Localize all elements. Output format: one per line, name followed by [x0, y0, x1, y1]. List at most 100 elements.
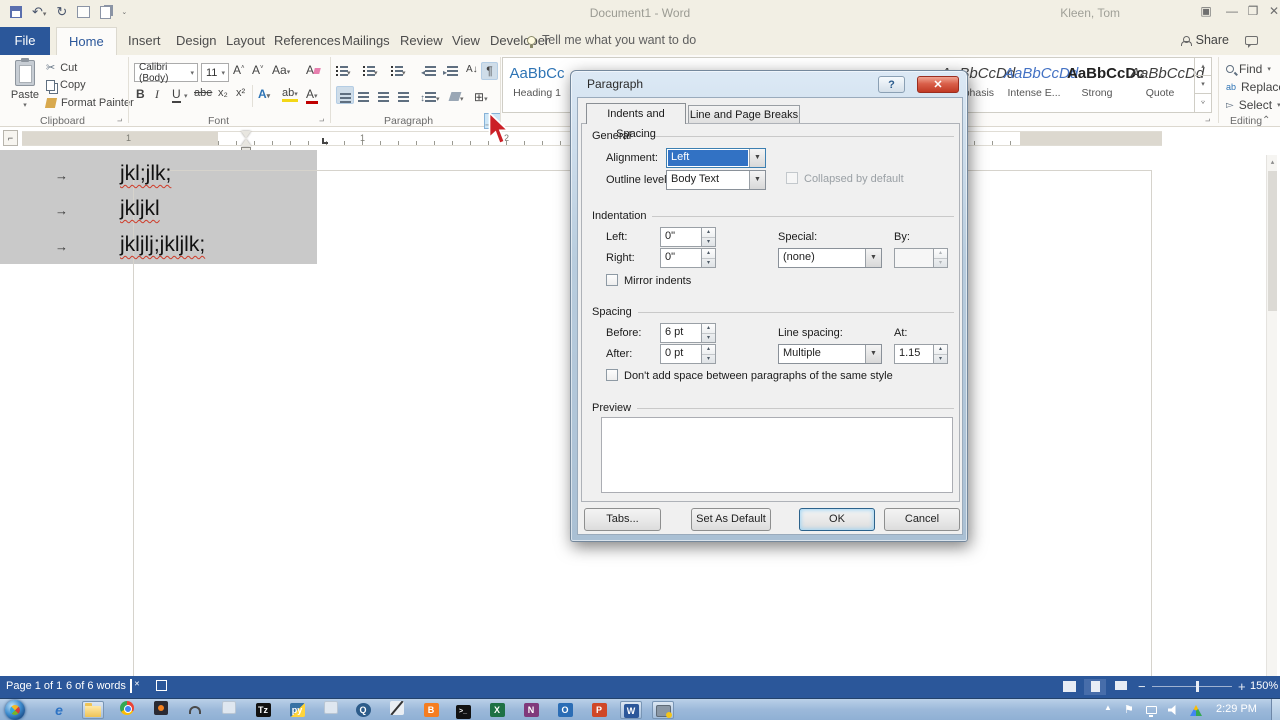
style-strong[interactable]: AaBbCcDc Strong — [1067, 62, 1145, 110]
zoom-out-icon[interactable]: − — [1138, 679, 1146, 694]
scroll-up-icon[interactable]: ▴ — [1268, 157, 1277, 169]
underline-button[interactable]: U — [172, 87, 181, 103]
style-heading1[interactable]: AaBbCc Heading 1 — [507, 62, 567, 110]
document-line[interactable]: → jkljlj;jkljlk; — [0, 233, 317, 259]
alignment-combo[interactable]: Left ▼ — [666, 148, 766, 168]
first-line-indent-marker[interactable] — [241, 131, 251, 138]
network-icon[interactable] — [1146, 705, 1157, 717]
document-text[interactable]: jkl;jlk; — [120, 162, 171, 186]
outline-level-combo[interactable]: Body Text ▼ — [666, 170, 766, 190]
copy-button[interactable]: Copy — [46, 79, 86, 91]
remote-desktop-icon[interactable] — [652, 701, 674, 719]
font-family-combo[interactable]: Calibri (Body) ▾ — [134, 62, 198, 84]
paragraph-dialog[interactable]: Paragraph ? ✕ Indents and Spacing Line a… — [570, 70, 968, 542]
spacing-before-input[interactable]: 6 pt — [660, 323, 702, 343]
increase-indent-button[interactable]: ▸ — [443, 64, 459, 78]
python-icon[interactable]: py — [286, 701, 308, 719]
multilevel-list-button[interactable]: ▾ — [391, 64, 406, 78]
clock[interactable]: 2:29 PM — [1216, 703, 1257, 715]
tz-app-icon[interactable]: Tz — [252, 701, 274, 719]
spacing-after-input[interactable]: 0 pt — [660, 344, 702, 364]
text-effects-button[interactable]: A▾ — [258, 87, 270, 101]
superscript-button[interactable]: x² — [236, 87, 245, 99]
media-player-icon[interactable] — [150, 701, 172, 719]
macro-recording-icon[interactable] — [156, 680, 170, 693]
collapsed-by-default-checkbox[interactable] — [786, 172, 798, 184]
volume-icon[interactable] — [1168, 705, 1178, 718]
dont-add-space-checkbox[interactable] — [606, 369, 618, 381]
chevron-down-icon[interactable]: ▼ — [865, 249, 881, 267]
align-left-button[interactable] — [336, 86, 354, 104]
shading-button[interactable]: ▾ — [448, 90, 464, 104]
tabs-button[interactable]: Tabs... — [584, 508, 661, 531]
ribbon-display-options-icon[interactable]: ▣ — [1196, 4, 1216, 18]
mirror-indents-checkbox[interactable] — [606, 274, 618, 286]
clear-formatting-button[interactable]: A — [306, 63, 321, 77]
qgis-icon[interactable]: Q — [352, 701, 374, 719]
style-intense-emphasis[interactable]: AaBbCcDd Intense E... — [1004, 62, 1078, 110]
ok-button[interactable]: OK — [799, 508, 875, 531]
google-drive-icon[interactable] — [1190, 705, 1202, 719]
word-count[interactable]: 6 of 6 words — [66, 680, 126, 692]
align-center-button[interactable] — [358, 90, 369, 104]
shrink-font-button[interactable]: A˅ — [252, 63, 264, 77]
font-size-combo[interactable]: 11 ▾ — [201, 63, 229, 82]
by-input[interactable] — [894, 248, 934, 268]
print-layout-icon[interactable] — [1084, 679, 1106, 695]
document-line[interactable]: → jkl;jlk; — [0, 162, 317, 188]
command-prompt-icon[interactable]: >_ — [452, 701, 474, 719]
tab-line-and-page-breaks[interactable]: Line and Page Breaks — [688, 105, 800, 124]
chevron-down-icon[interactable]: ▼ — [749, 149, 765, 167]
borders-button[interactable]: ⊞▾ — [474, 90, 488, 104]
indent-right-input[interactable]: 0" — [660, 248, 702, 268]
tab-home[interactable]: Home — [56, 27, 117, 55]
italic-button[interactable]: I — [155, 87, 159, 102]
line-spacing-button[interactable]: ↕ ▾ — [420, 90, 440, 104]
bold-button[interactable]: B — [136, 87, 145, 101]
decrease-indent-button[interactable]: ◂ — [421, 64, 437, 78]
paste-dropdown-icon[interactable]: ▾ — [8, 101, 42, 109]
chevron-down-icon[interactable]: ▼ — [749, 171, 765, 189]
gallery-scroll-up-icon[interactable]: ▴ — [1194, 58, 1211, 76]
format-painter-button[interactable]: Format Painter — [44, 97, 134, 109]
tab-indents-and-spacing[interactable]: Indents and Spacing — [586, 103, 686, 140]
dialog-close-button[interactable]: ✕ — [917, 76, 959, 93]
blogger-icon[interactable]: B — [420, 701, 442, 719]
close-icon[interactable]: ✕ — [1264, 4, 1280, 18]
share-button[interactable]: Share — [1180, 33, 1258, 48]
at-input[interactable]: 1.15 — [894, 344, 934, 364]
internet-explorer-icon[interactable]: e — [48, 701, 70, 719]
outlook-icon[interactable]: O — [554, 701, 576, 719]
cut-button[interactable]: ✂ Cut — [46, 61, 77, 75]
spacing-after-spinner[interactable] — [702, 344, 716, 364]
align-right-button[interactable] — [378, 90, 389, 104]
zoom-in-icon[interactable]: + — [1238, 679, 1246, 694]
proofing-errors-icon[interactable] — [130, 679, 144, 693]
scrollbar-thumb[interactable] — [1268, 171, 1277, 311]
tell-me-box[interactable]: Tell me what you want to do — [527, 33, 696, 48]
text-selection[interactable]: → jkl;jlk; → jkljkl → jkljlj;jkljlk; — [0, 150, 317, 264]
signed-in-user[interactable]: Kleen, Tom — [1060, 6, 1120, 20]
underline-dropdown-icon[interactable]: ▾ — [184, 92, 188, 100]
inactive-app-icon[interactable] — [320, 701, 342, 719]
find-button[interactable]: Find ▾ — [1226, 62, 1271, 76]
zoom-level[interactable]: 150% — [1250, 680, 1278, 692]
comment-icon[interactable] — [1245, 35, 1258, 48]
excel-icon[interactable]: X — [486, 701, 508, 719]
show-desktop-button[interactable] — [1271, 699, 1280, 720]
clipboard-dialog-launcher[interactable] — [114, 115, 126, 127]
spacing-before-spinner[interactable] — [702, 323, 716, 343]
zoom-slider-handle[interactable] — [1196, 681, 1199, 692]
page-count[interactable]: Page 1 of 1 — [6, 680, 62, 692]
zoom-slider-track[interactable] — [1152, 686, 1232, 687]
bullets-button[interactable]: ▾ — [336, 64, 351, 78]
style-quote[interactable]: AaBbCcDd Quote — [1130, 62, 1204, 110]
styles-dialog-launcher[interactable] — [1202, 115, 1214, 127]
paste-button[interactable]: Paste ▾ — [8, 58, 42, 109]
cancel-button[interactable]: Cancel — [884, 508, 960, 531]
line-spacing-combo[interactable]: Multiple ▼ — [778, 344, 882, 364]
font-dialog-launcher[interactable] — [316, 115, 328, 127]
indent-right-spinner[interactable] — [702, 248, 716, 268]
tab-stop-marker[interactable] — [322, 138, 328, 144]
document-text[interactable]: jkljkl — [120, 197, 160, 221]
